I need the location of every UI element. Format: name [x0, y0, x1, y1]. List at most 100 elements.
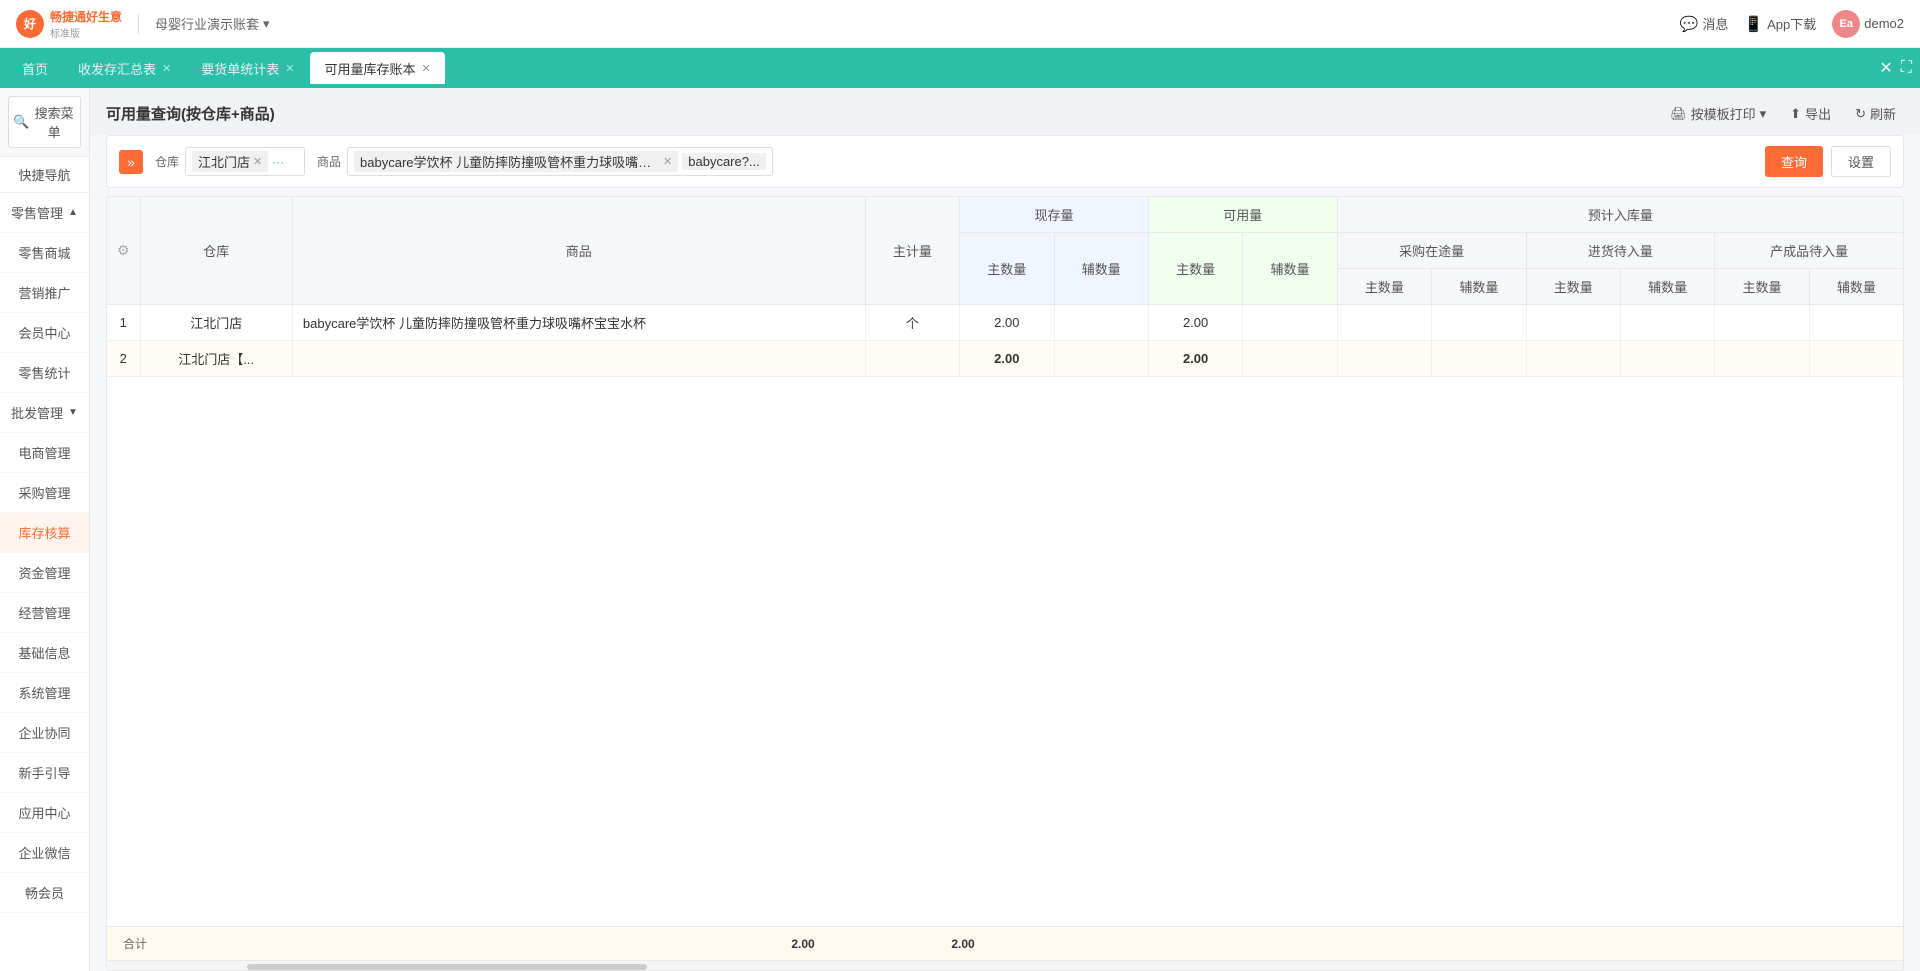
expand-filter-btn[interactable]: » [119, 150, 143, 174]
sidebar-item-appstore[interactable]: 应用中心 [0, 793, 89, 833]
product-tag-1-close[interactable]: ✕ [663, 155, 672, 168]
summary-available-main: 2.00 [923, 937, 1003, 951]
logo-text: 畅捷通好生意 标准版 [50, 8, 122, 40]
export-btn[interactable]: ⬆ 导出 [1782, 100, 1839, 127]
purchase-transit-header: 采购在途量 [1337, 233, 1526, 269]
tab-bar: 首页 收发存汇总表 ✕ 要货单统计表 ✕ 可用量库存账本 ✕ ✕ ⛶ [0, 48, 1920, 88]
chevron-down-icon: ▲ [68, 207, 78, 218]
row-2-purchase-aux [1432, 341, 1526, 377]
sidebar-item-member[interactable]: 会员中心 [0, 313, 89, 353]
industry-select[interactable]: 母婴行业演示账套 ▾ [155, 14, 270, 33]
sidebar-item-marketing[interactable]: 营销推广 [0, 273, 89, 313]
data-table: ⚙ 仓库 商品 主计量 现存量 可用量 预计入库量 主数量 辅数量 [107, 197, 1903, 377]
product-tag-2: babycare?... [682, 153, 766, 170]
tab-close-all[interactable]: ✕ [1879, 58, 1892, 78]
sidebar: 🔍 搜索菜单 快捷导航 零售管理 ▲ 零售商城 营销推广 会员中心 零售统计 批… [0, 88, 90, 971]
top-bar-left: 好 畅捷通好生意 标准版 母婴行业演示账套 ▾ [16, 8, 270, 40]
tab-inventory-close[interactable]: ✕ [422, 62, 431, 75]
sidebar-item-retail[interactable]: 零售管理 ▲ [0, 193, 89, 233]
current-aux-qty-header: 辅数量 [1054, 233, 1148, 305]
page-title: 可用量查询(按仓库+商品) [106, 103, 275, 124]
footer-summary: 合计 2.00 2.00 [107, 926, 1903, 960]
product-tags[interactable]: babycare学饮杯 儿童防摔防撞吸管杯重力球吸嘴杯宝宝水杯 ✕ babyca… [347, 147, 773, 176]
message-btn[interactable]: 💬 消息 [1680, 14, 1729, 33]
warehouse-tags[interactable]: 江北门店 ✕ ··· [185, 147, 305, 176]
table-wrapper: ⚙ 仓库 商品 主计量 现存量 可用量 预计入库量 主数量 辅数量 [107, 197, 1903, 926]
tab-order-close[interactable]: ✕ [285, 62, 294, 75]
settings-button[interactable]: 设置 [1831, 146, 1891, 177]
top-bar-right: 💬 消息 📱 App下载 Ea demo2 [1680, 10, 1904, 38]
row-1-warehouse: 江北门店 [140, 305, 292, 341]
row-2-current-main: 2.00 [960, 341, 1054, 377]
row-2-product [292, 341, 865, 377]
summary-current-main: 2.00 [763, 937, 843, 951]
sidebar-item-enterprise[interactable]: 企业协同 [0, 713, 89, 753]
summary-label: 合计 [123, 935, 723, 952]
horizontal-scrollbar[interactable] [107, 960, 1903, 970]
available-header: 可用量 [1148, 197, 1337, 233]
sidebar-quick-nav[interactable]: 快捷导航 [0, 157, 89, 193]
sidebar-item-wholesale[interactable]: 批发管理 ▼ [0, 393, 89, 433]
query-button[interactable]: 查询 [1765, 146, 1823, 177]
sidebar-item-operations[interactable]: 经营管理 [0, 593, 89, 633]
sidebar-item-inventory[interactable]: 库存核算 [0, 513, 89, 553]
app-download-btn[interactable]: 📱 App下载 [1744, 14, 1816, 33]
template-print-btn[interactable]: 🖨 按模板打印 ▾ [1662, 100, 1774, 127]
row-1-available-main: 2.00 [1148, 305, 1242, 341]
row-2-production-aux [1809, 341, 1903, 377]
scrollbar-thumb[interactable] [247, 964, 647, 970]
sidebar-item-retail-stats[interactable]: 零售统计 [0, 353, 89, 393]
row-1-current-aux [1054, 305, 1148, 341]
row-1-purchase-aux [1432, 305, 1526, 341]
row-2-index: 2 [107, 341, 140, 377]
product-tag-1: babycare学饮杯 儿童防摔防撞吸管杯重力球吸嘴杯宝宝水杯 ✕ [354, 151, 678, 172]
available-main-qty-header: 主数量 [1148, 233, 1242, 305]
sidebar-item-vip[interactable]: 畅会员 [0, 873, 89, 913]
logo-area: 好 畅捷通好生意 标准版 [16, 8, 122, 40]
tab-inventory[interactable]: 可用量库存账本 ✕ [310, 52, 444, 84]
warehouse-tag-close[interactable]: ✕ [253, 155, 262, 168]
sidebar-item-wechat[interactable]: 企业微信 [0, 833, 89, 873]
product-label: 商品 [317, 153, 341, 170]
tab-receive[interactable]: 收发存汇总表 ✕ [64, 52, 185, 84]
sidebar-item-finance[interactable]: 资金管理 [0, 553, 89, 593]
content-panel: 可用量查询(按仓库+商品) 🖨 按模板打印 ▾ ⬆ 导出 ↻ 刷新 » [90, 88, 1920, 971]
row-2-incoming-aux [1620, 341, 1714, 377]
top-bar: 好 畅捷通好生意 标准版 母婴行业演示账套 ▾ 💬 消息 📱 App下载 Ea … [0, 0, 1920, 48]
logo-icon: 好 [16, 10, 44, 38]
incoming-aux-header: 辅数量 [1620, 269, 1714, 305]
row-2-available-main: 2.00 [1148, 341, 1242, 377]
divider [138, 14, 139, 34]
row-2-production-main [1715, 341, 1809, 377]
avatar: Ea [1832, 10, 1860, 38]
row-2-incoming-main [1526, 341, 1620, 377]
settings-col-header: ⚙ [107, 197, 140, 305]
tab-home[interactable]: 首页 [8, 52, 62, 84]
user-avatar[interactable]: Ea demo2 [1832, 10, 1904, 38]
product-filter: 商品 babycare学饮杯 儿童防摔防撞吸管杯重力球吸嘴杯宝宝水杯 ✕ bab… [317, 147, 773, 176]
production-header: 产成品待入量 [1715, 233, 1903, 269]
page-actions: 🖨 按模板打印 ▾ ⬆ 导出 ↻ 刷新 [1662, 100, 1904, 127]
sidebar-item-system[interactable]: 系统管理 [0, 673, 89, 713]
row-1-incoming-main [1526, 305, 1620, 341]
tab-order[interactable]: 要货单统计表 ✕ [187, 52, 308, 84]
chevron-down-icon-3: ▾ [1760, 106, 1767, 122]
sidebar-item-basic[interactable]: 基础信息 [0, 633, 89, 673]
row-1-product: babycare学饮杯 儿童防摔防撞吸管杯重力球吸嘴杯宝宝水杯 [292, 305, 865, 341]
row-2-available-aux [1243, 341, 1337, 377]
sidebar-item-purchase[interactable]: 采购管理 [0, 473, 89, 513]
sidebar-item-ecommerce[interactable]: 电商管理 [0, 433, 89, 473]
tab-receive-close[interactable]: ✕ [162, 62, 171, 75]
search-menu-btn[interactable]: 🔍 搜索菜单 [8, 96, 81, 148]
production-main-header: 主数量 [1715, 269, 1809, 305]
main-area: 🔍 搜索菜单 快捷导航 零售管理 ▲ 零售商城 营销推广 会员中心 零售统计 批… [0, 88, 1920, 971]
sidebar-item-newbie[interactable]: 新手引导 [0, 753, 89, 793]
warehouse-more[interactable]: ··· [272, 155, 284, 169]
tab-maximize[interactable]: ⛶ [1901, 59, 1912, 77]
row-1-unit: 个 [865, 305, 959, 341]
row-2-warehouse: 江北门店【... [140, 341, 292, 377]
gear-icon[interactable]: ⚙ [117, 242, 130, 258]
refresh-btn[interactable]: ↻ 刷新 [1847, 100, 1904, 127]
sidebar-item-retail-mall[interactable]: 零售商城 [0, 233, 89, 273]
product-col-header: 商品 [292, 197, 865, 305]
